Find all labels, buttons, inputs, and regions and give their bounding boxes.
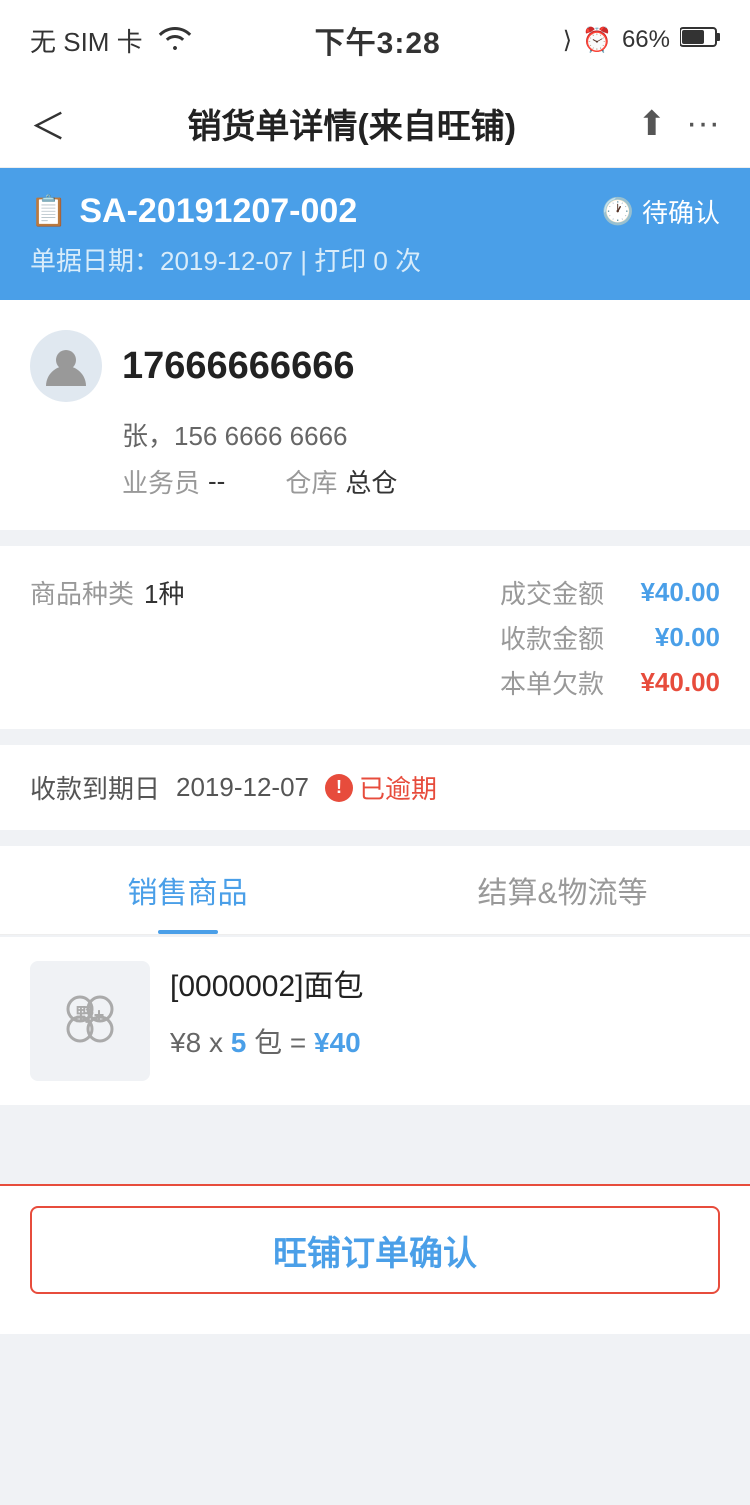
wifi-icon — [157, 24, 193, 57]
unit: 包 — [254, 1027, 282, 1058]
transaction-row: 成交金额 ¥40.00 — [500, 574, 720, 611]
nav-actions: ⬆ ··· — [638, 104, 720, 144]
warehouse-label: 仓库 — [285, 463, 337, 500]
price-per: ¥8 — [170, 1027, 201, 1058]
battery-text: 66% — [622, 26, 670, 54]
carrier-text: 无 SIM 卡 — [30, 22, 143, 59]
customer-meta: 业务员 -- 仓库 总仓 — [30, 463, 720, 500]
order-icon: 📋 — [30, 194, 67, 229]
product-price: ¥8 x 5 包 = ¥40 — [170, 1021, 720, 1061]
order-id: 📋 SA-20191207-002 — [30, 192, 357, 231]
transaction-label: 成交金额 — [500, 574, 604, 611]
payment-label: 收款金额 — [500, 619, 604, 656]
share-icon[interactable]: ⬆ — [638, 104, 667, 144]
product-card: 野+ [0000002]面包 ¥8 x 5 包 = ¥40 — [0, 937, 750, 1105]
avatar — [30, 330, 102, 402]
product-logo: 野+ — [50, 977, 130, 1064]
equals: = — [290, 1027, 314, 1058]
product-name: [0000002]面包 — [170, 961, 720, 1005]
total-price: ¥40 — [314, 1027, 361, 1058]
price-separator: x — [209, 1027, 231, 1058]
bottom-bar: 旺铺订单确认 — [0, 1184, 750, 1334]
balance-label: 本单欠款 — [500, 664, 604, 701]
time-display: 下午3:28 — [315, 18, 441, 62]
due-date-value: 2019-12-07 — [176, 772, 309, 803]
due-date-card: 收款到期日 2019-12-07 ! 已逾期 — [0, 745, 750, 830]
nav-bar: ＜ 销货单详情(来自旺铺) ⬆ ··· — [0, 80, 750, 168]
quantity: 5 — [231, 1027, 247, 1058]
svg-text:野+: 野+ — [76, 1005, 105, 1025]
overdue-badge: ! 已逾期 — [325, 769, 437, 806]
overdue-text: 已逾期 — [359, 769, 437, 806]
payment-row: 收款金额 ¥0.00 — [500, 619, 720, 656]
balance-value: ¥40.00 — [620, 667, 720, 698]
clock-icon: 🕐 — [602, 196, 634, 227]
confirm-order-button[interactable]: 旺铺订单确认 — [30, 1206, 720, 1294]
customer-name: 张，156 6666 6666 — [30, 416, 720, 453]
status-right: ⟩ ⏰ 66% — [563, 26, 720, 55]
customer-card: 17666666666 张，156 6666 6666 业务员 -- 仓库 总仓 — [0, 300, 750, 530]
salesperson-label: 业务员 — [122, 463, 200, 500]
tab-sales-products[interactable]: 销售商品 — [0, 846, 375, 934]
tab-active-indicator — [158, 930, 218, 934]
amount-summary: 成交金额 ¥40.00 收款金额 ¥0.00 本单欠款 ¥40.00 — [500, 574, 720, 701]
product-thumbnail: 野+ — [30, 961, 150, 1081]
customer-phone: 17666666666 — [122, 345, 354, 388]
warehouse-value: 总仓 — [345, 463, 397, 500]
more-icon[interactable]: ··· — [686, 104, 720, 143]
overdue-icon: ! — [325, 774, 353, 802]
transaction-value: ¥40.00 — [620, 577, 720, 608]
balance-row: 本单欠款 ¥40.00 — [500, 664, 720, 701]
back-button[interactable]: ＜ — [30, 98, 66, 150]
tab-settlement-logistics[interactable]: 结算&物流等 — [375, 846, 750, 934]
amounts-card: 商品种类 1种 成交金额 ¥40.00 收款金额 ¥0.00 本单欠款 ¥40.… — [0, 546, 750, 729]
product-info: [0000002]面包 ¥8 x 5 包 = ¥40 — [170, 961, 720, 1061]
page-title: 销货单详情(来自旺铺) — [187, 99, 516, 148]
status-left: 无 SIM 卡 — [30, 22, 193, 59]
payment-value: ¥0.00 — [620, 622, 720, 653]
salesperson-value: -- — [208, 466, 225, 497]
product-types-value: 1种 — [144, 574, 184, 611]
order-status: 🕐 待确认 — [602, 193, 720, 230]
due-date-label: 收款到期日 — [30, 769, 160, 806]
alarm-icon: ⏰ — [582, 26, 612, 55]
status-bar: 无 SIM 卡 下午3:28 ⟩ ⏰ 66% — [0, 0, 750, 80]
product-types-label: 商品种类 — [30, 574, 134, 611]
battery-icon — [680, 26, 720, 55]
tabs-container: 销售商品 结算&物流等 — [0, 846, 750, 935]
product-types: 商品种类 1种 — [30, 574, 500, 611]
location-icon: ⟩ — [563, 26, 572, 55]
order-header: 📋 SA-20191207-002 🕐 待确认 单据日期：2019-12-07 … — [0, 168, 750, 300]
order-meta: 单据日期：2019-12-07 | 打印 0 次 — [30, 241, 720, 278]
